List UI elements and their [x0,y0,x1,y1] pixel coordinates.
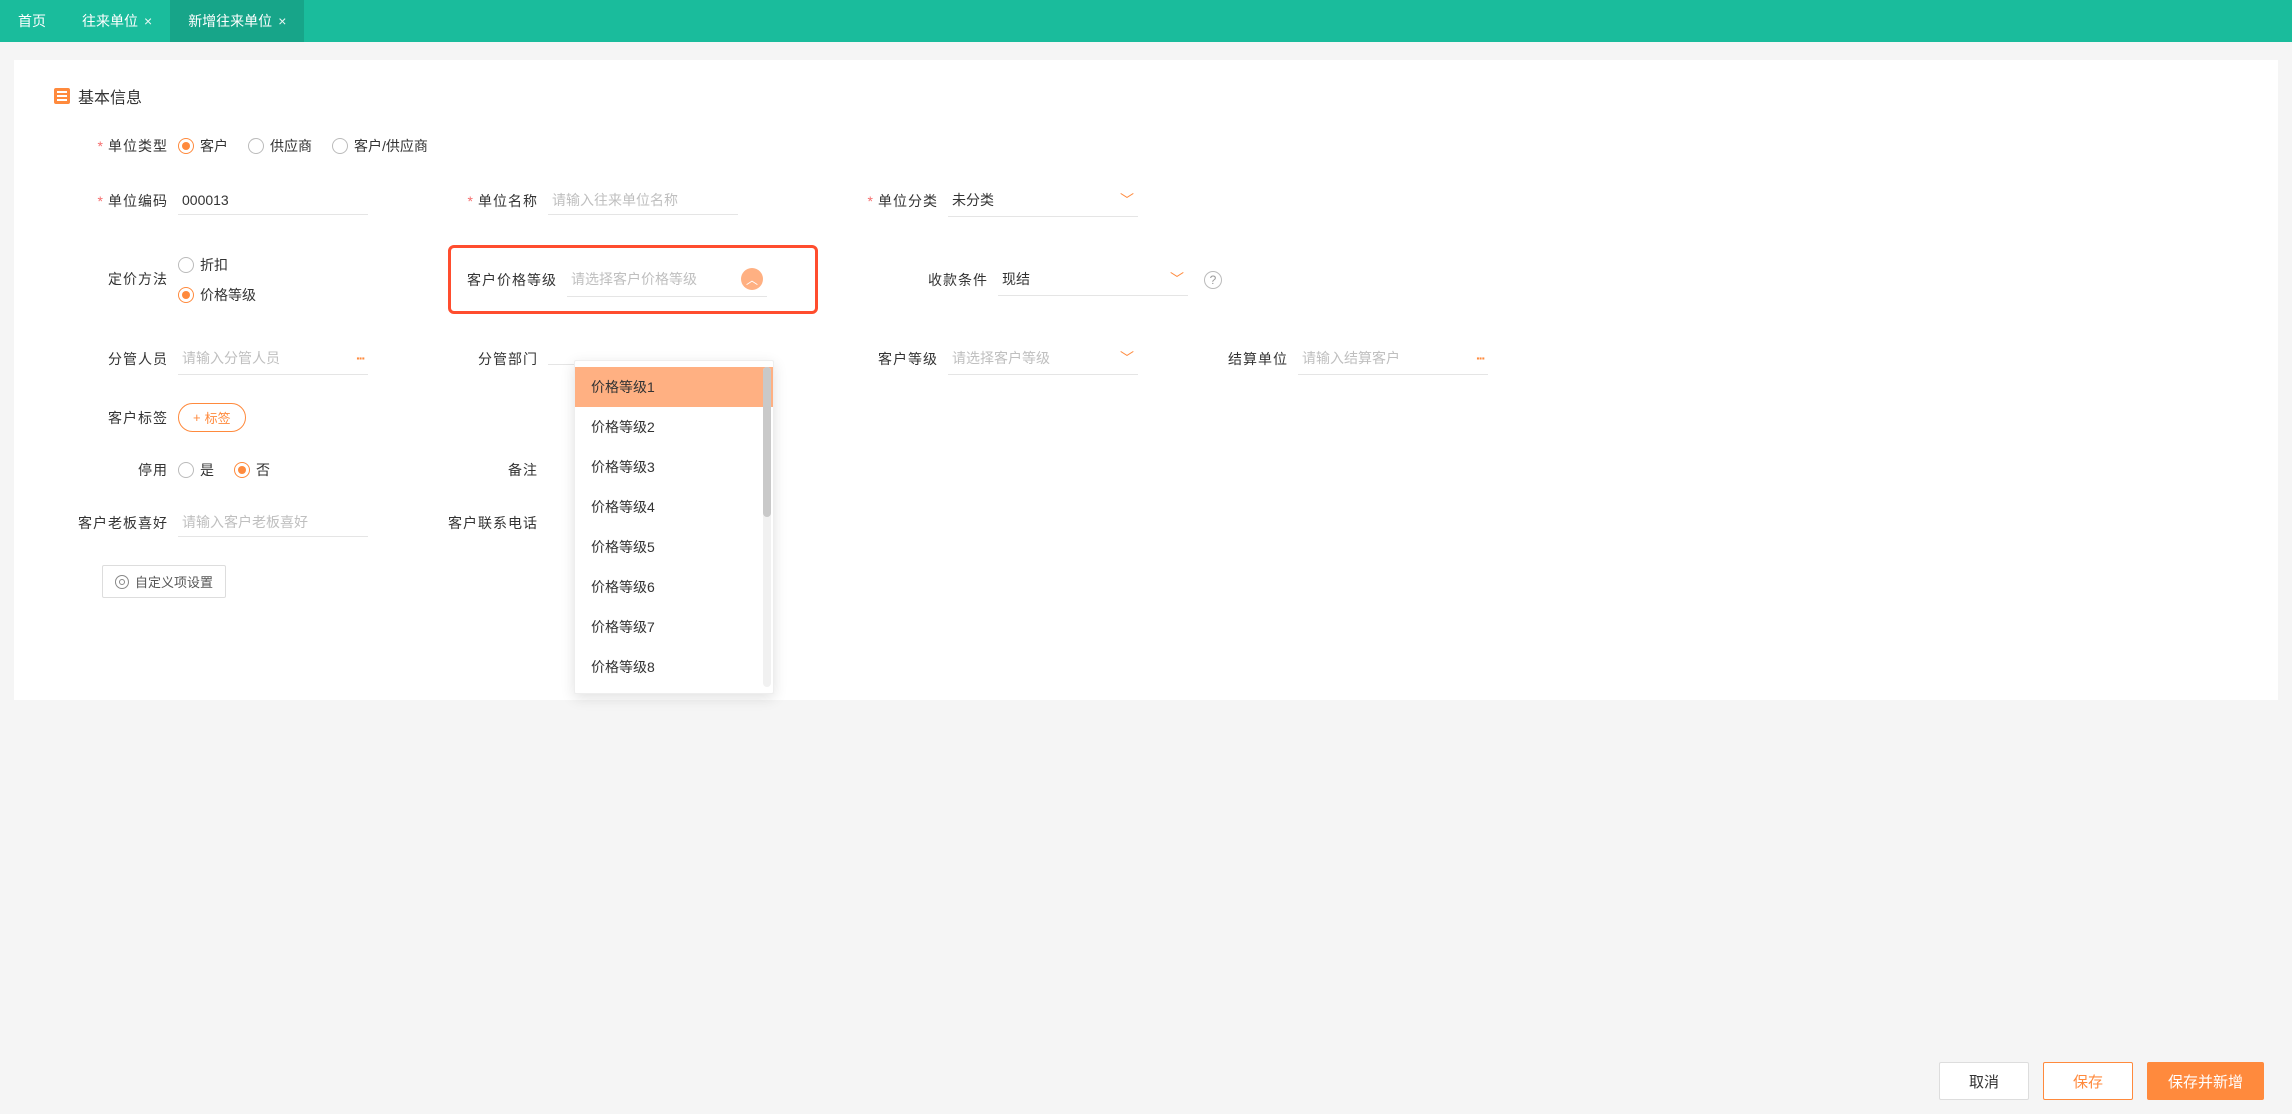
tab-label: 往来单位 [82,11,138,31]
radio-no[interactable]: 否 [234,460,270,480]
more-icon: ··· [1476,350,1484,366]
label-unit-type: 单位类型 [78,136,168,156]
tab-label: 首页 [18,11,46,31]
radio-yes[interactable]: 是 [178,460,214,480]
radio-customer[interactable]: 客户 [178,136,228,156]
customer-level-select[interactable]: 请选择客户等级 ﹀ [948,342,1138,375]
label-disabled: 停用 [78,460,168,480]
chevron-down-icon: ﹀ [1170,269,1184,289]
dropdown-option[interactable]: 价格等级7 [575,607,773,647]
unit-name-input[interactable] [548,186,738,215]
select-placeholder: 请输入结算客户 [1302,348,1476,368]
label-unit-code: 单位编码 [78,191,168,211]
plus-icon: + [193,410,201,425]
label-receipt-condition: 收款条件 [898,270,988,290]
label-customer-level: 客户等级 [848,349,938,369]
responsible-person-select[interactable]: 请输入分管人员 ··· [178,342,368,375]
price-level-field-highlight: 客户价格等级 请选择客户价格等级 ︿ [448,245,818,314]
label-pricing-method: 定价方法 [78,255,168,289]
unit-code-input[interactable] [178,186,368,215]
radio-price-level[interactable]: 价格等级 [178,285,256,305]
label-responsible-person: 分管人员 [78,349,168,369]
radio-dot-icon [234,462,250,478]
label-contact-phone: 客户联系电话 [448,513,538,533]
radio-label: 供应商 [270,136,312,156]
dropdown-option[interactable]: 价格等级1 [575,367,773,407]
dropdown-option[interactable]: 价格等级3 [575,447,773,487]
section-title: 基本信息 [54,84,2238,108]
tag-button-label: 标签 [205,408,231,427]
chevron-up-icon: ︿ [741,268,763,290]
gear-icon [115,575,129,589]
radio-dot-icon [332,138,348,154]
label-customer-tag: 客户标签 [78,408,168,428]
dropdown-option[interactable]: 价格等级5 [575,527,773,567]
radio-label: 是 [200,460,214,480]
page-content: 基本信息 单位类型 客户 供应商 客户/供应商 [14,60,2278,700]
price-level-dropdown[interactable]: 价格等级1 价格等级2 价格等级3 价格等级4 价格等级5 价格等级6 价格等级… [574,360,774,694]
save-button[interactable]: 保存 [2043,1062,2133,1100]
radio-label: 折扣 [200,255,228,275]
add-tag-button[interactable]: + 标签 [178,403,246,432]
radio-label: 客户/供应商 [354,136,428,156]
section-title-text: 基本信息 [78,84,142,108]
disabled-radio-group: 是 否 [178,460,368,480]
action-bar: 取消 保存 保存并新增 [0,1048,2292,1114]
cancel-button[interactable]: 取消 [1939,1062,2029,1100]
custom-fields-label: 自定义项设置 [135,572,213,591]
form: 单位类型 客户 供应商 客户/供应商 [54,136,2238,598]
scrollbar-thumb[interactable] [763,367,771,517]
radio-dot-icon [178,462,194,478]
label-unit-name: 单位名称 [448,191,538,211]
unit-category-select[interactable]: 未分类 ﹀ [948,184,1138,217]
dropdown-option[interactable]: 价格等级6 [575,567,773,607]
close-icon[interactable]: × [278,13,286,29]
tab-new-unit[interactable]: 新增往来单位 × [170,0,304,42]
label-settlement-unit: 结算单位 [1218,349,1288,369]
pricing-method-radio-group: 折扣 价格等级 [178,255,368,305]
radio-discount[interactable]: 折扣 [178,255,228,275]
tab-bar: 首页 往来单位 × 新增往来单位 × [0,0,2292,42]
chevron-down-icon: ﹀ [1120,348,1134,368]
label-remark: 备注 [448,460,538,480]
tab-home[interactable]: 首页 [0,0,64,42]
help-icon[interactable]: ? [1204,271,1222,289]
settlement-unit-select[interactable]: 请输入结算客户 ··· [1298,342,1488,375]
radio-dot-icon [178,257,194,273]
tab-units[interactable]: 往来单位 × [64,0,170,42]
chevron-down-icon: ﹀ [1120,190,1134,210]
tab-label: 新增往来单位 [188,11,272,31]
label-unit-category: 单位分类 [848,191,938,211]
select-placeholder: 请选择客户等级 [952,348,1120,368]
price-level-select[interactable]: 请选择客户价格等级 ︿ [567,262,767,297]
dropdown-option[interactable]: 价格等级2 [575,407,773,447]
dropdown-option[interactable]: 价格等级8 [575,647,773,687]
save-and-new-button[interactable]: 保存并新增 [2147,1062,2264,1100]
radio-dot-icon [178,138,194,154]
more-icon: ··· [356,350,364,366]
select-placeholder: 请选择客户价格等级 [571,269,741,289]
radio-dot-icon [178,287,194,303]
receipt-condition-select[interactable]: 现结 ﹀ [998,263,1188,296]
dropdown-option[interactable]: 价格等级4 [575,487,773,527]
label-price-level: 客户价格等级 [467,270,557,290]
radio-dot-icon [248,138,264,154]
select-placeholder: 请输入分管人员 [182,348,356,368]
unit-type-radio-group: 客户 供应商 客户/供应商 [178,136,428,156]
radio-label: 价格等级 [200,285,256,305]
custom-fields-button[interactable]: 自定义项设置 [102,565,226,598]
select-value: 现结 [1002,269,1170,289]
boss-pref-input[interactable] [178,508,368,537]
radio-label: 客户 [200,136,228,156]
label-boss-pref: 客户老板喜好 [78,513,168,533]
close-icon[interactable]: × [144,13,152,29]
label-responsible-dept: 分管部门 [448,349,538,369]
radio-label: 否 [256,460,270,480]
select-value: 未分类 [952,190,1120,210]
radio-supplier[interactable]: 供应商 [248,136,312,156]
form-icon [54,88,70,104]
radio-both[interactable]: 客户/供应商 [332,136,428,156]
